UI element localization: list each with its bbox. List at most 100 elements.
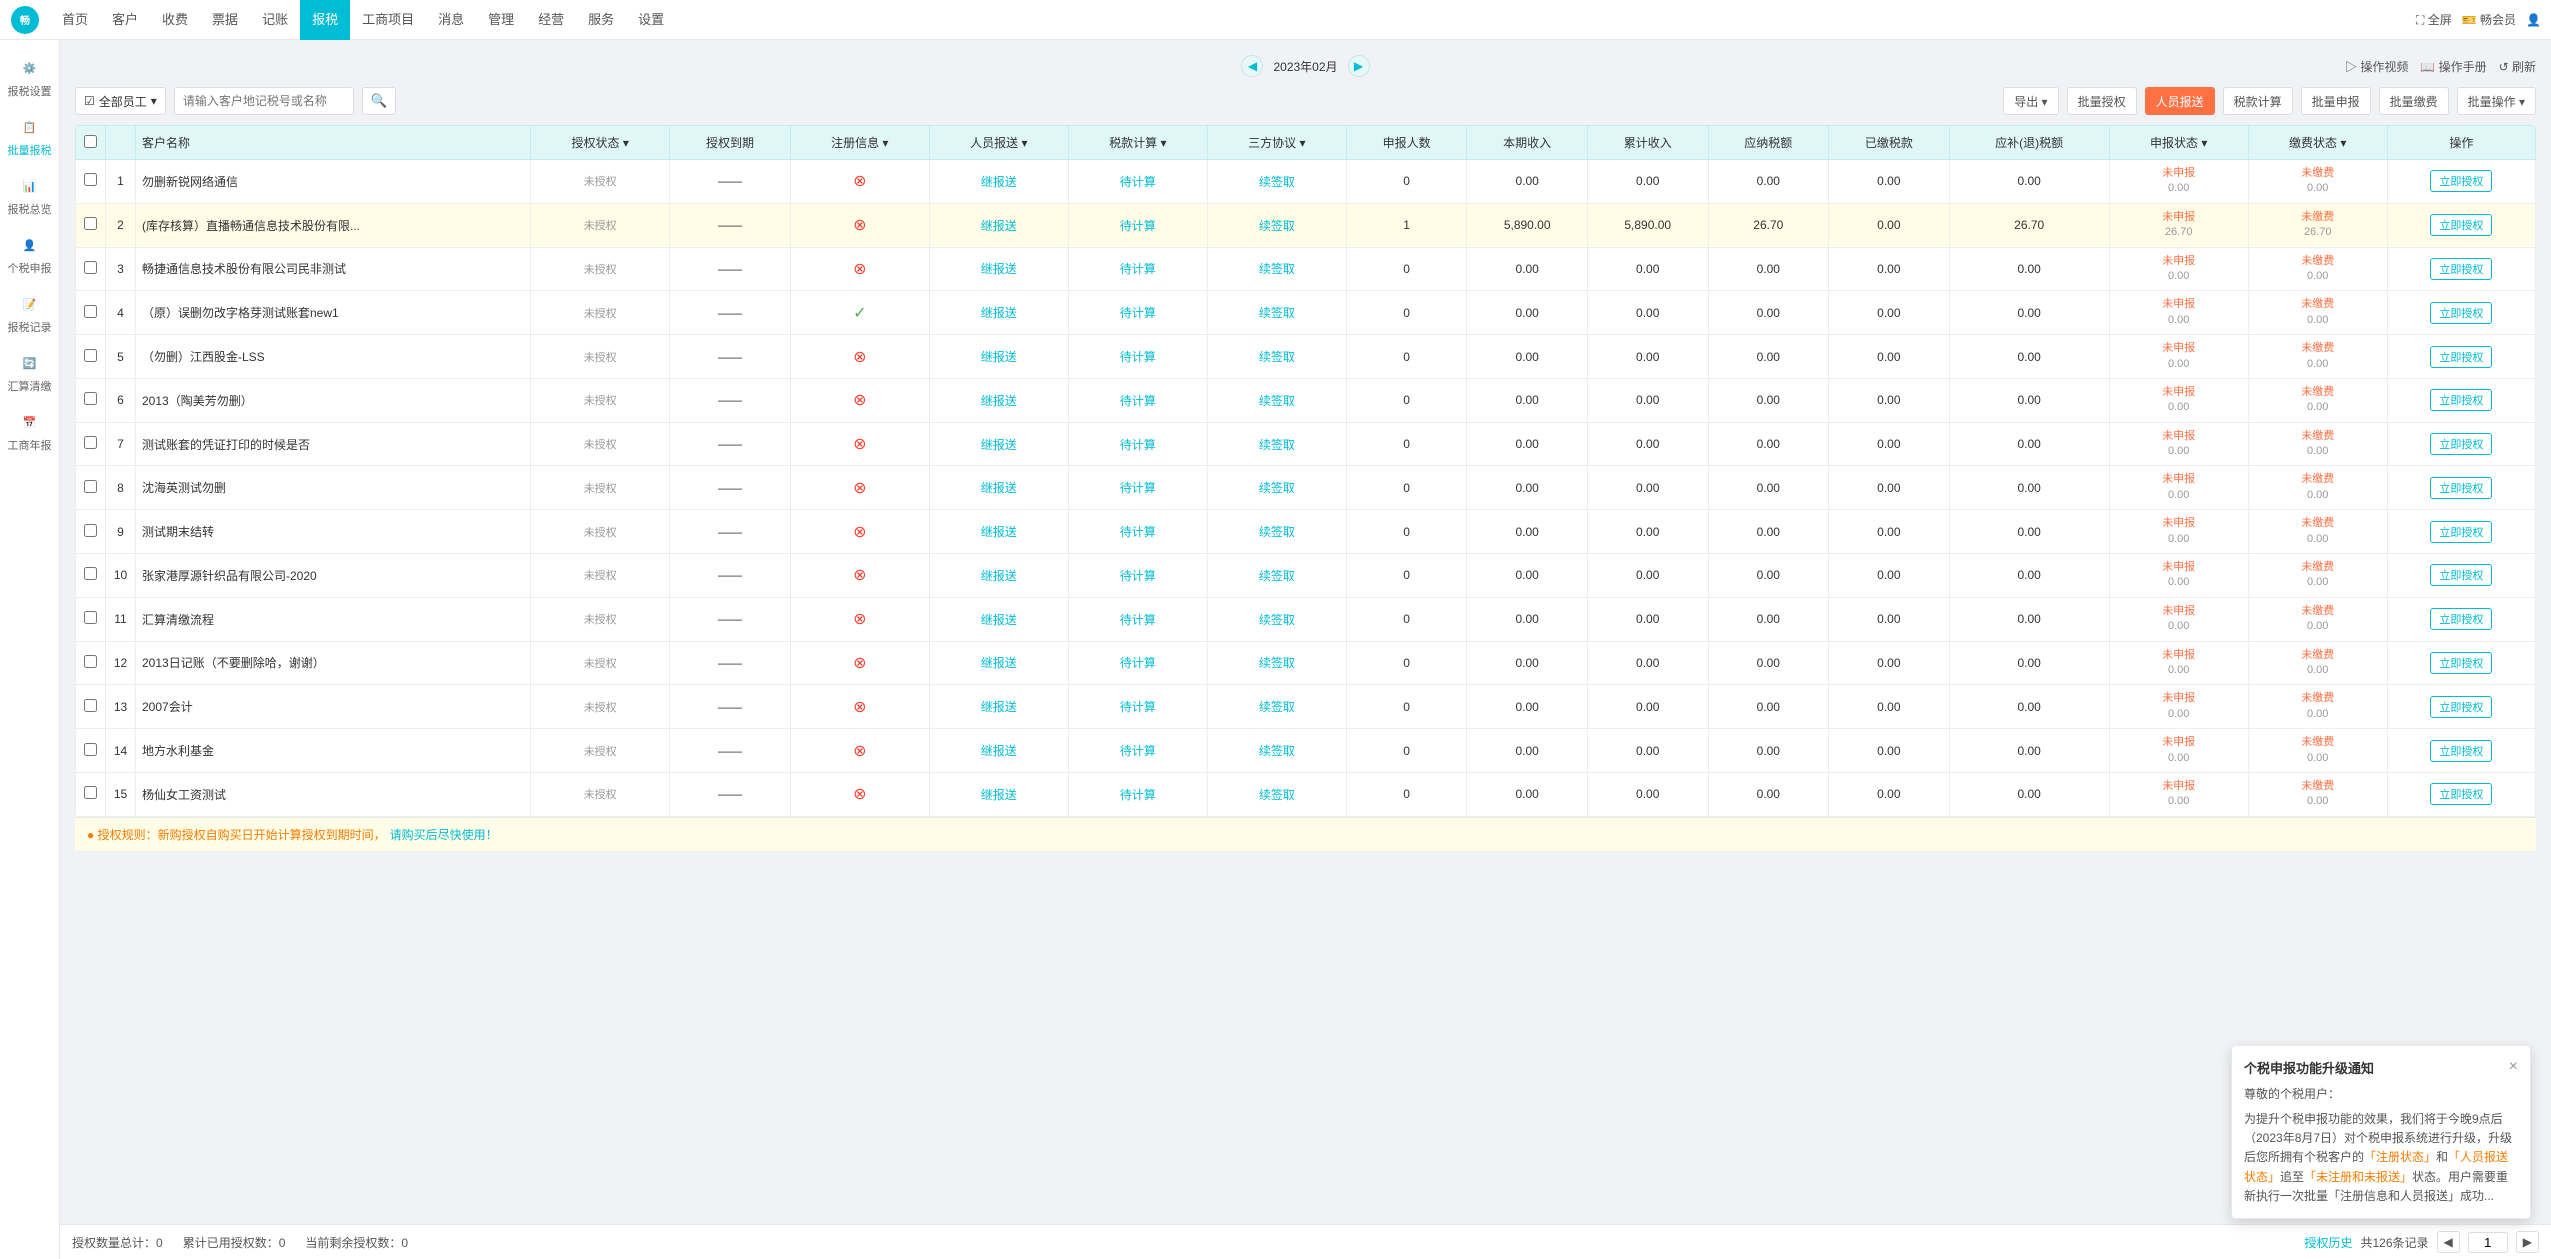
sidebar-item-batch-tax[interactable]: 📋 批量报税 <box>0 107 59 166</box>
td-person-report[interactable]: 继报送 <box>929 247 1068 291</box>
td-action[interactable]: 立即授权 <box>2387 510 2535 554</box>
td-triparty[interactable]: 续签取 <box>1207 685 1346 729</box>
search-button[interactable]: 🔍 <box>362 87 397 115</box>
th-checkbox[interactable] <box>76 126 106 160</box>
td-person-report[interactable]: 继报送 <box>929 291 1068 335</box>
td-action[interactable]: 立即授权 <box>2387 335 2535 379</box>
sidebar-item-annual-report[interactable]: 📅 工商年报 <box>0 402 59 461</box>
td-checkbox[interactable] <box>76 554 106 598</box>
td-checkbox[interactable] <box>76 772 106 816</box>
nav-item-home[interactable]: 首页 <box>50 0 100 40</box>
td-checkbox[interactable] <box>76 160 106 204</box>
sidebar-item-tax-settings[interactable]: ⚙️ 报税设置 <box>0 48 59 107</box>
footer-warning-link[interactable]: 请购买后尽快使用！ <box>390 826 498 843</box>
fullscreen-button[interactable]: ⛶ 全屏 <box>2416 11 2452 28</box>
member-button[interactable]: 🎫 畅会员 <box>2462 11 2516 28</box>
action-button[interactable]: 立即授权 <box>2430 302 2492 324</box>
td-tax-calc[interactable]: 待计算 <box>1068 247 1207 291</box>
sidebar-item-annual-settlement[interactable]: 🔄 汇算清缴 <box>0 343 59 402</box>
td-person-report[interactable]: 继报送 <box>929 641 1068 685</box>
action-button[interactable]: 立即授权 <box>2430 170 2492 192</box>
td-tax-calc[interactable]: 待计算 <box>1068 291 1207 335</box>
nav-item-customer[interactable]: 客户 <box>100 0 150 40</box>
td-checkbox[interactable] <box>76 641 106 685</box>
batch-fee-button[interactable]: 批量缴费 <box>2379 87 2449 115</box>
td-tax-calc[interactable]: 待计算 <box>1068 335 1207 379</box>
row-checkbox[interactable] <box>84 480 97 493</box>
row-checkbox[interactable] <box>84 217 97 230</box>
row-checkbox[interactable] <box>84 567 97 580</box>
td-action[interactable]: 立即授权 <box>2387 291 2535 335</box>
td-triparty[interactable]: 续签取 <box>1207 247 1346 291</box>
td-triparty[interactable]: 续签取 <box>1207 554 1346 598</box>
row-checkbox[interactable] <box>84 743 97 756</box>
td-triparty[interactable]: 续签取 <box>1207 335 1346 379</box>
td-action[interactable]: 立即授权 <box>2387 160 2535 204</box>
td-person-report[interactable]: 继报送 <box>929 685 1068 729</box>
nav-item-fee[interactable]: 收费 <box>150 0 200 40</box>
td-tax-calc[interactable]: 待计算 <box>1068 597 1207 641</box>
employee-filter[interactable]: ☑ 全部员工 ▾ <box>75 87 166 115</box>
batch-auth-button[interactable]: 批量授权 <box>2067 87 2137 115</box>
td-action[interactable]: 立即授权 <box>2387 247 2535 291</box>
td-action[interactable]: 立即授权 <box>2387 203 2535 247</box>
td-triparty[interactable]: 续签取 <box>1207 291 1346 335</box>
nav-item-manage[interactable]: 管理 <box>476 0 526 40</box>
sidebar-item-tax-record[interactable]: 📝 报税记录 <box>0 284 59 343</box>
row-checkbox[interactable] <box>84 524 97 537</box>
tax-calc-button[interactable]: 税款计算 <box>2223 87 2293 115</box>
page-input[interactable] <box>2468 1232 2508 1253</box>
action-button[interactable]: 立即授权 <box>2430 477 2492 499</box>
td-triparty[interactable]: 续签取 <box>1207 597 1346 641</box>
action-button[interactable]: 立即授权 <box>2430 564 2492 586</box>
row-checkbox[interactable] <box>84 305 97 318</box>
action-button[interactable]: 立即授权 <box>2430 652 2492 674</box>
nav-item-invoice[interactable]: 票据 <box>200 0 250 40</box>
prev-month-button[interactable]: ◀ <box>1241 55 1263 77</box>
prev-page-button[interactable]: ◀ <box>2437 1231 2460 1253</box>
user-avatar[interactable]: 👤 <box>2526 13 2541 27</box>
td-checkbox[interactable] <box>76 466 106 510</box>
td-tax-calc[interactable]: 待计算 <box>1068 772 1207 816</box>
td-tax-calc[interactable]: 待计算 <box>1068 641 1207 685</box>
td-triparty[interactable]: 续签取 <box>1207 466 1346 510</box>
td-tax-calc[interactable]: 待计算 <box>1068 554 1207 598</box>
row-checkbox[interactable] <box>84 786 97 799</box>
td-triparty[interactable]: 续签取 <box>1207 641 1346 685</box>
nav-item-operation[interactable]: 经营 <box>526 0 576 40</box>
td-triparty[interactable]: 续签取 <box>1207 160 1346 204</box>
popup-close-button[interactable]: × <box>2509 1058 2518 1076</box>
td-person-report[interactable]: 继报送 <box>929 554 1068 598</box>
td-triparty[interactable]: 续签取 <box>1207 422 1346 466</box>
td-checkbox[interactable] <box>76 510 106 554</box>
td-action[interactable]: 立即授权 <box>2387 641 2535 685</box>
nav-item-tax[interactable]: 报税 <box>300 0 350 40</box>
td-checkbox[interactable] <box>76 247 106 291</box>
td-person-report[interactable]: 继报送 <box>929 422 1068 466</box>
td-person-report[interactable]: 继报送 <box>929 772 1068 816</box>
td-triparty[interactable]: 续签取 <box>1207 510 1346 554</box>
td-tax-calc[interactable]: 待计算 <box>1068 203 1207 247</box>
action-button[interactable]: 立即授权 <box>2430 433 2492 455</box>
row-checkbox[interactable] <box>84 173 97 186</box>
row-checkbox[interactable] <box>84 349 97 362</box>
action-button[interactable]: 立即授权 <box>2430 214 2492 236</box>
td-checkbox[interactable] <box>76 378 106 422</box>
td-tax-calc[interactable]: 待计算 <box>1068 510 1207 554</box>
action-button[interactable]: 立即授权 <box>2430 521 2492 543</box>
td-action[interactable]: 立即授权 <box>2387 422 2535 466</box>
row-checkbox[interactable] <box>84 436 97 449</box>
select-all-checkbox[interactable] <box>84 135 97 148</box>
td-action[interactable]: 立即授权 <box>2387 466 2535 510</box>
td-action[interactable]: 立即授权 <box>2387 729 2535 773</box>
td-person-report[interactable]: 继报送 <box>929 335 1068 379</box>
td-checkbox[interactable] <box>76 203 106 247</box>
action-button[interactable]: 立即授权 <box>2430 258 2492 280</box>
search-input[interactable] <box>174 87 354 115</box>
batch-report-button[interactable]: 批量申报 <box>2301 87 2371 115</box>
td-checkbox[interactable] <box>76 685 106 729</box>
action-button[interactable]: 立即授权 <box>2430 740 2492 762</box>
batch-action-button[interactable]: 批量操作 ▾ <box>2457 87 2536 115</box>
action-button[interactable]: 立即授权 <box>2430 783 2492 805</box>
td-action[interactable]: 立即授权 <box>2387 772 2535 816</box>
